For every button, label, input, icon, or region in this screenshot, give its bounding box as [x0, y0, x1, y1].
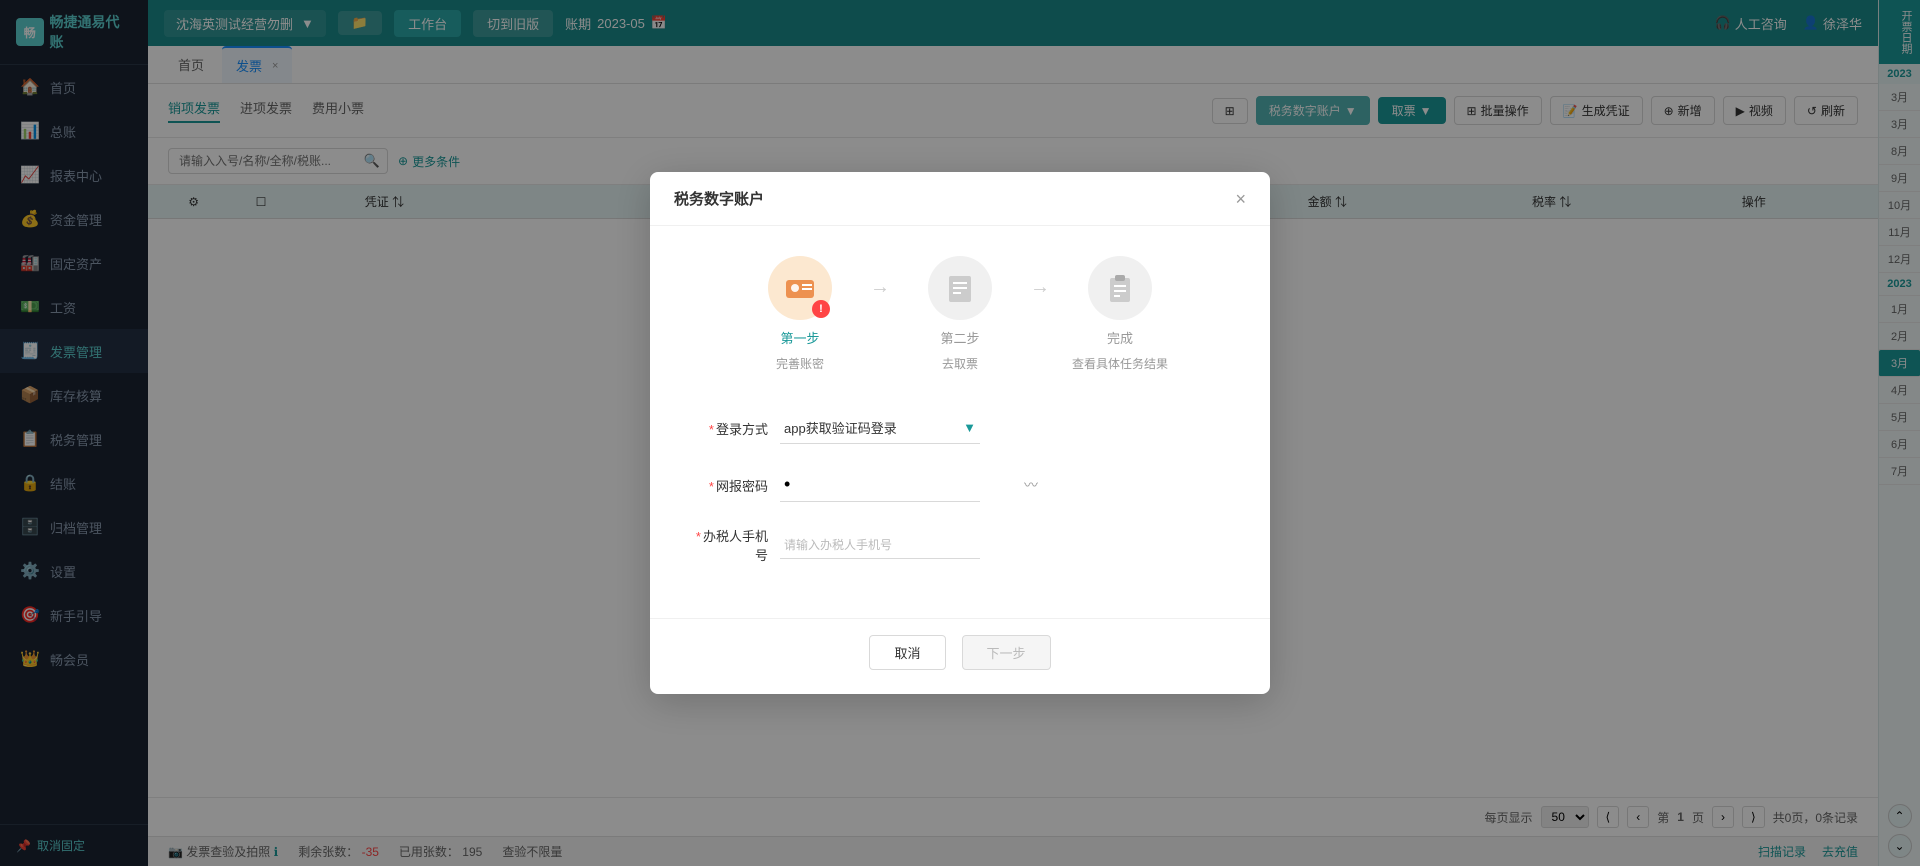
step-3-sublabel: 查看具体任务结果: [1072, 355, 1168, 372]
modal-body: ! 第一步 完善账密 →: [650, 226, 1270, 618]
arrow-2: →: [1020, 276, 1060, 299]
modal-close-btn[interactable]: ×: [1235, 190, 1246, 208]
invoice-icon: [942, 270, 978, 306]
steps-container: ! 第一步 完善账密 →: [690, 256, 1230, 372]
modal-overlay: 税务数字账户 × !: [0, 0, 1920, 866]
step-3: 完成 查看具体任务结果: [1060, 256, 1180, 372]
step-3-label: 完成: [1107, 328, 1133, 347]
step-1-sublabel: 完善账密: [776, 355, 824, 372]
login-method-label: 登录方式: [690, 419, 780, 438]
taxpayer-phone-field: 办税人手机号: [690, 526, 1230, 564]
modal-footer: 取消 下一步: [650, 618, 1270, 694]
step-1: ! 第一步 完善账密: [740, 256, 860, 372]
dropdown-icon: ▼: [963, 420, 976, 435]
clipboard-icon: [1102, 270, 1138, 306]
password-control: 〰: [780, 468, 1230, 502]
password-input[interactable]: [780, 468, 1020, 501]
tax-digital-account-modal: 税务数字账户 × !: [650, 172, 1270, 694]
password-input-wrap: 〰: [780, 468, 980, 502]
step-2: 第二步 去取票: [900, 256, 1020, 372]
taxpayer-phone-control: [780, 531, 1230, 559]
modal-title: 税务数字账户: [674, 188, 764, 209]
arrow-1: →: [860, 276, 900, 299]
step-1-badge: !: [812, 300, 830, 318]
taxpayer-phone-input[interactable]: [780, 531, 980, 559]
login-method-value: app获取验证码登录: [784, 418, 897, 437]
password-label: 网报密码: [690, 476, 780, 495]
id-card-icon: [782, 270, 818, 306]
next-btn[interactable]: 下一步: [962, 635, 1051, 670]
step-2-label: 第二步: [940, 328, 979, 347]
step-3-icon-wrap: [1088, 256, 1152, 320]
step-2-sublabel: 去取票: [942, 355, 978, 372]
password-toggle-btn[interactable]: 〰: [1020, 471, 1042, 499]
login-method-field: 登录方式 app获取验证码登录 ▼: [690, 412, 1230, 444]
cancel-btn[interactable]: 取消: [869, 635, 945, 670]
step-1-label: 第一步: [780, 328, 819, 347]
modal-header: 税务数字账户 ×: [650, 172, 1270, 226]
login-method-select[interactable]: app获取验证码登录 ▼: [780, 412, 980, 444]
step-1-icon-wrap: !: [768, 256, 832, 320]
password-field: 网报密码 〰: [690, 468, 1230, 502]
badge-text: !: [819, 303, 823, 315]
step-2-icon-wrap: [928, 256, 992, 320]
eye-icon: 〰: [1024, 477, 1038, 493]
taxpayer-phone-label: 办税人手机号: [690, 526, 780, 564]
login-method-control: app获取验证码登录 ▼: [780, 412, 1230, 444]
